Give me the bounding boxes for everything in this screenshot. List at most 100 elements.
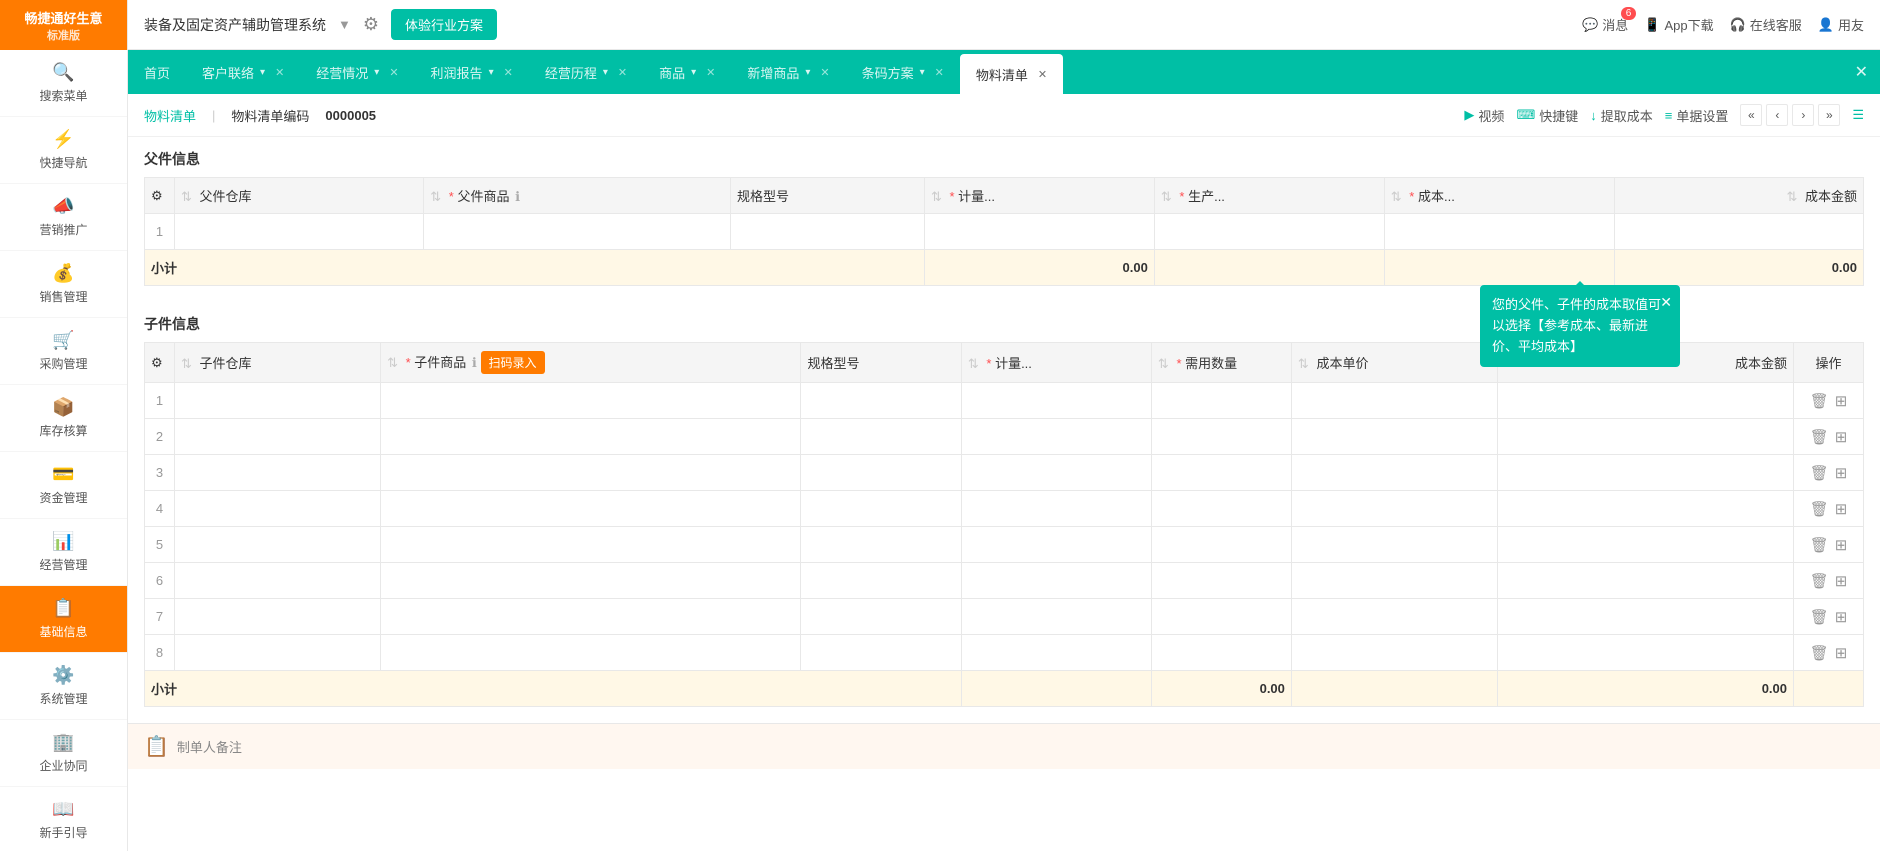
sort-icon[interactable]: ⇅	[1391, 189, 1402, 204]
shortcut-button[interactable]: ⌨ 快捷键	[1516, 106, 1578, 125]
delete-icon[interactable]: 🗑	[1810, 608, 1829, 626]
tab-bom[interactable]: 物料清单 ✕	[960, 54, 1063, 94]
sidebar-item-enterprise[interactable]: 🏢 企业协同	[0, 720, 127, 787]
child-unit-cell[interactable]	[961, 635, 1151, 671]
tab-goods[interactable]: 商品 ▾ ✕	[643, 50, 731, 94]
sidebar-item-finance[interactable]: 💳 资金管理	[0, 452, 127, 519]
info-icon[interactable]: ℹ	[515, 189, 520, 204]
sidebar-item-basic-info[interactable]: 📋 基础信息	[0, 586, 127, 653]
child-unit-price-cell[interactable]	[1291, 455, 1497, 491]
child-cost-amount-cell[interactable]	[1497, 635, 1793, 671]
tab-ops-history[interactable]: 经营历程 ▾ ✕	[529, 50, 643, 94]
sort-icon[interactable]: ⇅	[387, 355, 398, 370]
sort-icon[interactable]: ⇅	[1158, 356, 1169, 371]
user-button[interactable]: 👤 用友	[1818, 15, 1864, 34]
child-spec-cell[interactable]	[801, 491, 961, 527]
parent-production-cell[interactable]	[1154, 214, 1384, 250]
parent-cost-cell[interactable]	[1384, 214, 1614, 250]
child-spec-cell[interactable]	[801, 455, 961, 491]
sidebar-item-operations[interactable]: 📊 经营管理	[0, 519, 127, 586]
child-col-settings[interactable]: ⚙	[145, 343, 175, 383]
list-view-button[interactable]: ☰	[1852, 107, 1864, 123]
sort-icon[interactable]: ⇅	[181, 356, 192, 371]
child-cost-amount-cell[interactable]	[1497, 383, 1793, 419]
sort-icon[interactable]: ⇅	[968, 356, 979, 371]
copy-icon[interactable]: ⊞	[1835, 536, 1848, 554]
child-unit-cell[interactable]	[961, 419, 1151, 455]
scan-input-button[interactable]: 扫码录入	[481, 351, 545, 374]
child-qty-cell[interactable]	[1151, 419, 1291, 455]
sort-icon[interactable]: ⇅	[931, 189, 942, 204]
child-qty-cell[interactable]	[1151, 383, 1291, 419]
sort-icon[interactable]: ⇅	[1161, 189, 1172, 204]
info-icon[interactable]: ℹ	[472, 355, 477, 370]
sidebar-item-inventory[interactable]: 📦 库存核算	[0, 385, 127, 452]
tooltip-close-button[interactable]: ✕	[1660, 291, 1672, 313]
child-unit-cell[interactable]	[961, 383, 1151, 419]
child-qty-cell[interactable]	[1151, 491, 1291, 527]
child-unit-cell[interactable]	[961, 491, 1151, 527]
child-warehouse-cell[interactable]	[175, 491, 381, 527]
copy-icon[interactable]: ⊞	[1835, 572, 1848, 590]
copy-icon[interactable]: ⊞	[1835, 644, 1848, 662]
close-icon[interactable]: ✕	[820, 66, 829, 79]
sidebar-item-quick-nav[interactable]: ⚡ 快捷导航	[0, 117, 127, 184]
child-goods-cell[interactable]	[381, 599, 801, 635]
child-cost-amount-cell[interactable]	[1497, 599, 1793, 635]
child-unit-price-cell[interactable]	[1291, 599, 1497, 635]
tab-customer[interactable]: 客户联络 ▾ ✕	[186, 50, 300, 94]
child-warehouse-cell[interactable]	[175, 599, 381, 635]
tab-profit[interactable]: 利润报告 ▾ ✕	[415, 50, 529, 94]
child-warehouse-cell[interactable]	[175, 455, 381, 491]
sidebar-item-purchase[interactable]: 🛒 采购管理	[0, 318, 127, 385]
child-cost-amount-cell[interactable]	[1497, 563, 1793, 599]
child-qty-cell[interactable]	[1151, 563, 1291, 599]
delete-icon[interactable]: 🗑	[1810, 464, 1829, 482]
sidebar-item-search[interactable]: 🔍 搜索菜单	[0, 50, 127, 117]
child-warehouse-cell[interactable]	[175, 383, 381, 419]
delete-icon[interactable]: 🗑	[1810, 644, 1829, 662]
sort-icon[interactable]: ⇅	[1298, 356, 1309, 371]
parent-cost-amount-cell[interactable]	[1614, 214, 1863, 250]
child-qty-cell[interactable]	[1151, 527, 1291, 563]
child-spec-cell[interactable]	[801, 635, 961, 671]
child-goods-cell[interactable]	[381, 383, 801, 419]
child-unit-price-cell[interactable]	[1291, 383, 1497, 419]
copy-icon[interactable]: ⊞	[1835, 608, 1848, 626]
child-warehouse-cell[interactable]	[175, 563, 381, 599]
child-qty-cell[interactable]	[1151, 635, 1291, 671]
app-download-button[interactable]: 📱 App下载	[1644, 15, 1713, 34]
extract-cost-button[interactable]: ↓ 提取成本	[1590, 106, 1653, 125]
delete-icon[interactable]: 🗑	[1810, 572, 1829, 590]
parent-goods-cell[interactable]	[424, 214, 731, 250]
last-page-button[interactable]: »	[1818, 104, 1840, 126]
sort-icon[interactable]: ⇅	[181, 189, 192, 204]
sidebar-item-sales[interactable]: 💰 销售管理	[0, 251, 127, 318]
child-cost-amount-cell[interactable]	[1497, 527, 1793, 563]
close-icon[interactable]: ✕	[706, 66, 715, 79]
prev-page-button[interactable]: ‹	[1766, 104, 1788, 126]
child-goods-cell[interactable]	[381, 563, 801, 599]
parent-warehouse-cell[interactable]	[175, 214, 424, 250]
copy-icon[interactable]: ⊞	[1835, 392, 1848, 410]
breadcrumb-bom[interactable]: 物料清单	[144, 106, 196, 125]
child-unit-price-cell[interactable]	[1291, 491, 1497, 527]
child-warehouse-cell[interactable]	[175, 635, 381, 671]
parent-unit-cell[interactable]	[924, 214, 1154, 250]
parent-col-settings[interactable]: ⚙	[145, 178, 175, 214]
child-goods-cell[interactable]	[381, 527, 801, 563]
child-unit-price-cell[interactable]	[1291, 635, 1497, 671]
child-goods-cell[interactable]	[381, 419, 801, 455]
tab-home[interactable]: 首页	[128, 50, 186, 94]
child-goods-cell[interactable]	[381, 491, 801, 527]
tab-new-goods[interactable]: 新增商品 ▾ ✕	[731, 50, 845, 94]
first-page-button[interactable]: «	[1740, 104, 1762, 126]
copy-icon[interactable]: ⊞	[1835, 500, 1848, 518]
child-spec-cell[interactable]	[801, 527, 961, 563]
sort-icon[interactable]: ⇅	[1786, 189, 1797, 204]
child-qty-cell[interactable]	[1151, 455, 1291, 491]
child-cost-amount-cell[interactable]	[1497, 455, 1793, 491]
sidebar-item-guide[interactable]: 📖 新手引导	[0, 787, 127, 851]
child-cost-amount-cell[interactable]	[1497, 491, 1793, 527]
view-button[interactable]: ▶ 视频	[1464, 106, 1504, 125]
